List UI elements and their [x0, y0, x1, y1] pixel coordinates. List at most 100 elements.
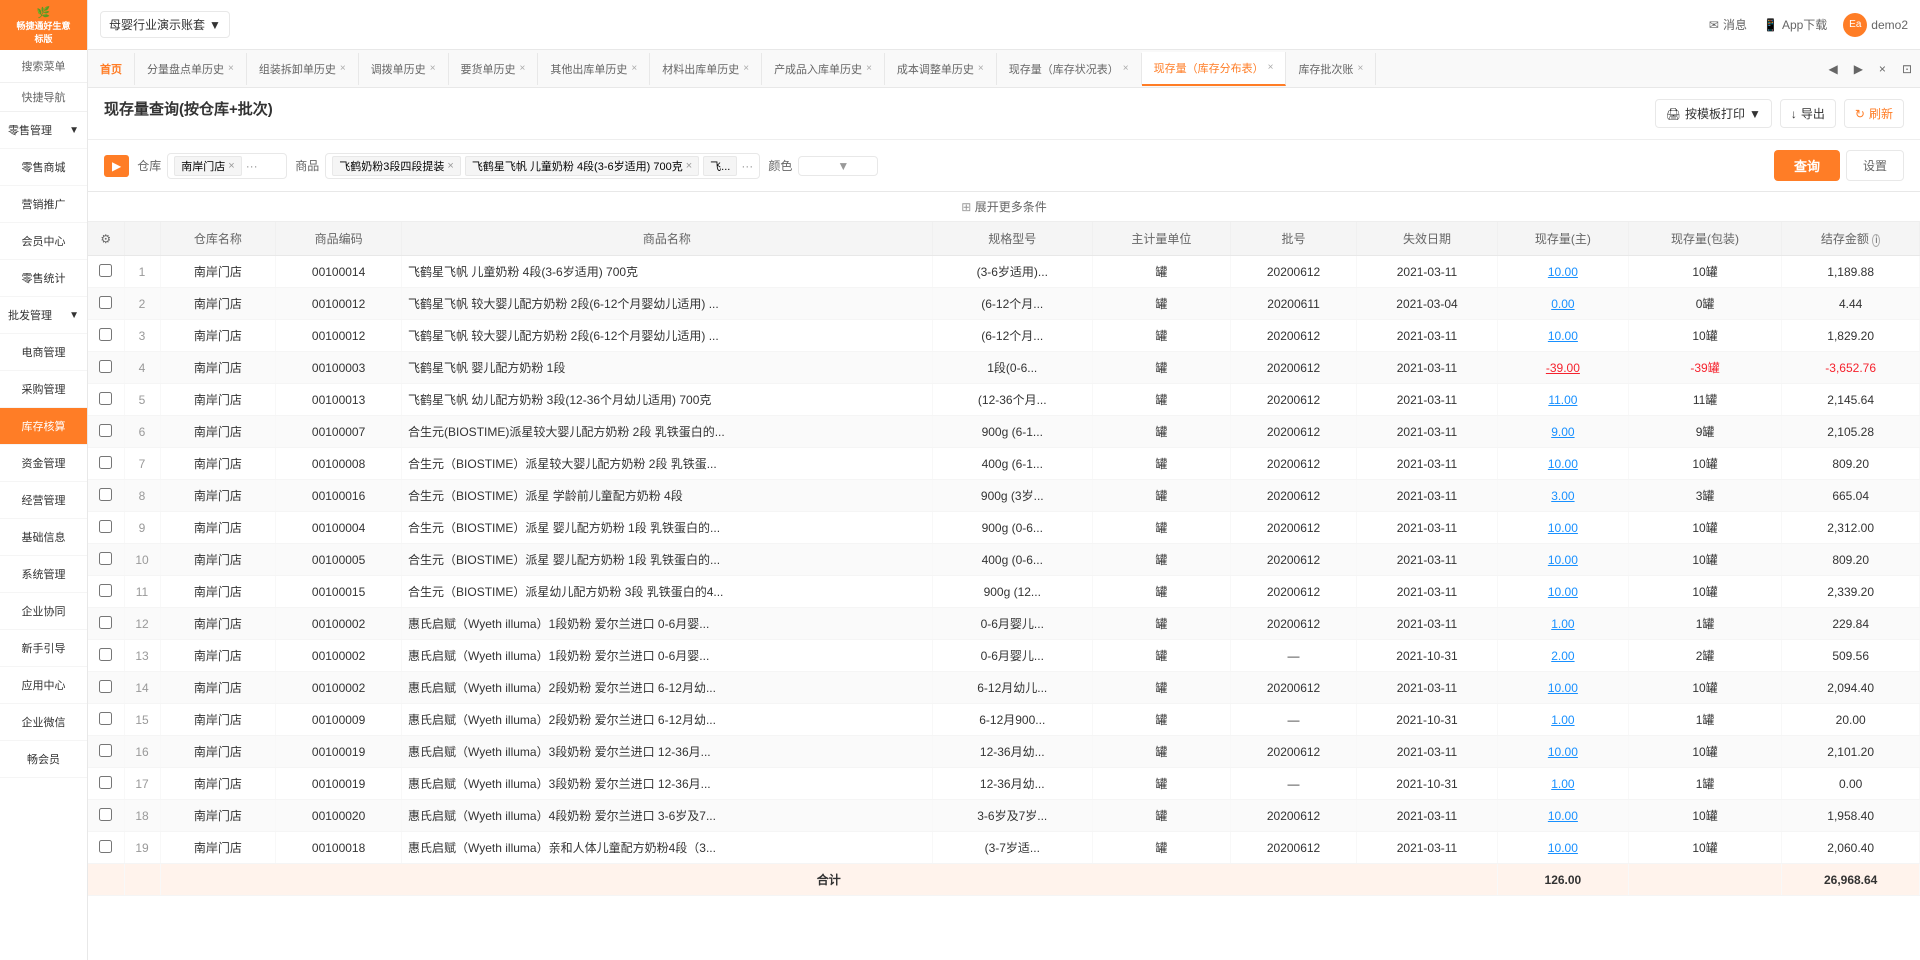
sidebar-item-marketing[interactable]: 营销推广: [0, 186, 87, 223]
sidebar-item-inventory[interactable]: 库存核算: [0, 408, 87, 445]
print-button[interactable]: 🖨 按模板打印 ▼: [1655, 99, 1772, 128]
tab-close-all[interactable]: ×: [1871, 56, 1894, 82]
col-balance[interactable]: 结存金额 i: [1782, 222, 1920, 256]
sidebar-item-purchase[interactable]: 采购管理: [0, 371, 87, 408]
tab-batch[interactable]: 库存批次账 ×: [1286, 53, 1376, 85]
col-name[interactable]: 商品名称: [402, 222, 933, 256]
cell-qty-main[interactable]: 1.00: [1497, 608, 1628, 640]
cell-checkbox[interactable]: [88, 448, 124, 480]
tab-product-in-close[interactable]: ×: [866, 63, 872, 74]
cell-qty-main[interactable]: 10.00: [1497, 256, 1628, 288]
sidebar-quick-nav[interactable]: 快捷导航: [0, 83, 87, 112]
cell-qty-main[interactable]: 10.00: [1497, 800, 1628, 832]
warehouse-tag-close[interactable]: ×: [228, 160, 234, 172]
tab-material-out-close[interactable]: ×: [743, 63, 749, 74]
tab-disassemble[interactable]: 组装拆卸单历史 ×: [247, 53, 359, 85]
tab-inventory-status[interactable]: 现存量（库存状况表） ×: [997, 53, 1142, 85]
tab-requisition[interactable]: 要货单历史 ×: [449, 53, 539, 85]
color-select[interactable]: ▼: [798, 156, 878, 176]
tab-inventory-dist[interactable]: 现存量（库存分布表） ×: [1142, 52, 1287, 86]
tab-cost-adjust-close[interactable]: ×: [978, 63, 984, 74]
sidebar-item-newguide[interactable]: 新手引导: [0, 630, 87, 667]
cell-qty-main[interactable]: 10.00: [1497, 832, 1628, 864]
cell-checkbox[interactable]: [88, 800, 124, 832]
warehouse-input[interactable]: 南岸门店 × ···: [167, 153, 287, 179]
cell-qty-main[interactable]: 1.00: [1497, 768, 1628, 800]
cell-qty-main[interactable]: 10.00: [1497, 736, 1628, 768]
col-expire[interactable]: 失效日期: [1356, 222, 1497, 256]
col-unit[interactable]: 主计量单位: [1092, 222, 1230, 256]
tab-scroll-left[interactable]: ◀: [1820, 56, 1845, 82]
sidebar-item-basic[interactable]: 基础信息: [0, 519, 87, 556]
col-qty-pack[interactable]: 现存量(包装): [1628, 222, 1782, 256]
product-input[interactable]: 飞鹤奶粉3段四段提装 × 飞鹤星飞帆 儿童奶粉 4段(3-6岁适用) 700克 …: [325, 153, 760, 179]
cell-checkbox[interactable]: [88, 640, 124, 672]
tab-menu[interactable]: ⊡: [1894, 56, 1920, 82]
col-qty-main[interactable]: 现存量(主): [1497, 222, 1628, 256]
sidebar-item-stat[interactable]: 零售统计: [0, 260, 87, 297]
tab-split-close[interactable]: ×: [228, 63, 234, 74]
expand-bar[interactable]: ⊞ 展开更多条件: [88, 192, 1920, 222]
tab-inventory-dist-close[interactable]: ×: [1268, 62, 1274, 73]
sidebar-item-ecommerce[interactable]: 电商管理: [0, 334, 87, 371]
col-settings[interactable]: ⚙: [88, 222, 124, 256]
cell-checkbox[interactable]: [88, 288, 124, 320]
refresh-button[interactable]: ↻ 刷新: [1844, 99, 1904, 128]
message-btn[interactable]: ✉ 消息: [1709, 16, 1747, 33]
cell-checkbox[interactable]: [88, 416, 124, 448]
tab-material-out[interactable]: 材料出库单历史 ×: [650, 53, 762, 85]
app-download-btn[interactable]: 📱 App下载: [1763, 16, 1827, 33]
cell-qty-main[interactable]: 2.00: [1497, 640, 1628, 672]
tab-adjust[interactable]: 调拨单历史 ×: [359, 53, 449, 85]
sidebar-item-operation[interactable]: 经营管理: [0, 482, 87, 519]
cell-checkbox[interactable]: [88, 704, 124, 736]
sidebar-item-member[interactable]: 会员中心: [0, 223, 87, 260]
cell-qty-main[interactable]: 1.00: [1497, 704, 1628, 736]
sidebar-item-system[interactable]: 系统管理: [0, 556, 87, 593]
sidebar-item-cooperation[interactable]: 企业协同: [0, 593, 87, 630]
tab-adjust-close[interactable]: ×: [430, 63, 436, 74]
tab-requisition-close[interactable]: ×: [520, 63, 526, 74]
cell-qty-main[interactable]: 11.00: [1497, 384, 1628, 416]
sidebar-item-retail[interactable]: 零售管理 ▼: [0, 112, 87, 149]
sidebar-search[interactable]: 搜索菜单: [0, 50, 87, 83]
tab-split[interactable]: 分量盘点单历史 ×: [135, 53, 247, 85]
tab-cost-adjust[interactable]: 成本调整单历史 ×: [885, 53, 997, 85]
cell-qty-main[interactable]: 0.00: [1497, 288, 1628, 320]
col-batch[interactable]: 批号: [1231, 222, 1357, 256]
cell-checkbox[interactable]: [88, 608, 124, 640]
sidebar-item-vip[interactable]: 畅会员: [0, 741, 87, 778]
cell-qty-main[interactable]: 10.00: [1497, 544, 1628, 576]
cell-checkbox[interactable]: [88, 576, 124, 608]
cell-checkbox[interactable]: [88, 256, 124, 288]
search-toggle-btn[interactable]: ▶: [104, 155, 129, 177]
tab-disassemble-close[interactable]: ×: [340, 63, 346, 74]
cell-qty-main[interactable]: 10.00: [1497, 320, 1628, 352]
cell-checkbox[interactable]: [88, 352, 124, 384]
tab-other-out-close[interactable]: ×: [631, 63, 637, 74]
cell-checkbox[interactable]: [88, 736, 124, 768]
cell-checkbox[interactable]: [88, 320, 124, 352]
cell-checkbox[interactable]: [88, 672, 124, 704]
col-spec[interactable]: 规格型号: [932, 222, 1092, 256]
cell-checkbox[interactable]: [88, 512, 124, 544]
sidebar-item-shop[interactable]: 零售商城: [0, 149, 87, 186]
sidebar-item-wechat[interactable]: 企业微信: [0, 704, 87, 741]
export-button[interactable]: ↓ 导出: [1780, 99, 1836, 128]
cell-checkbox[interactable]: [88, 544, 124, 576]
cell-checkbox[interactable]: [88, 384, 124, 416]
cell-qty-main[interactable]: 10.00: [1497, 512, 1628, 544]
product-tag-1-close[interactable]: ×: [447, 160, 453, 172]
tab-home[interactable]: 首页: [88, 53, 135, 85]
cell-qty-main[interactable]: 10.00: [1497, 576, 1628, 608]
col-warehouse[interactable]: 仓库名称: [160, 222, 276, 256]
cell-qty-main[interactable]: 10.00: [1497, 672, 1628, 704]
tab-inventory-status-close[interactable]: ×: [1123, 63, 1129, 74]
cell-qty-main[interactable]: 9.00: [1497, 416, 1628, 448]
cell-checkbox[interactable]: [88, 832, 124, 864]
sidebar-item-appcenter[interactable]: 应用中心: [0, 667, 87, 704]
user-avatar-btn[interactable]: Ea demo2: [1843, 13, 1908, 37]
product-tag-2-close[interactable]: ×: [686, 160, 692, 172]
tab-other-out[interactable]: 其他出库单历史 ×: [538, 53, 650, 85]
tab-batch-close[interactable]: ×: [1357, 63, 1363, 74]
